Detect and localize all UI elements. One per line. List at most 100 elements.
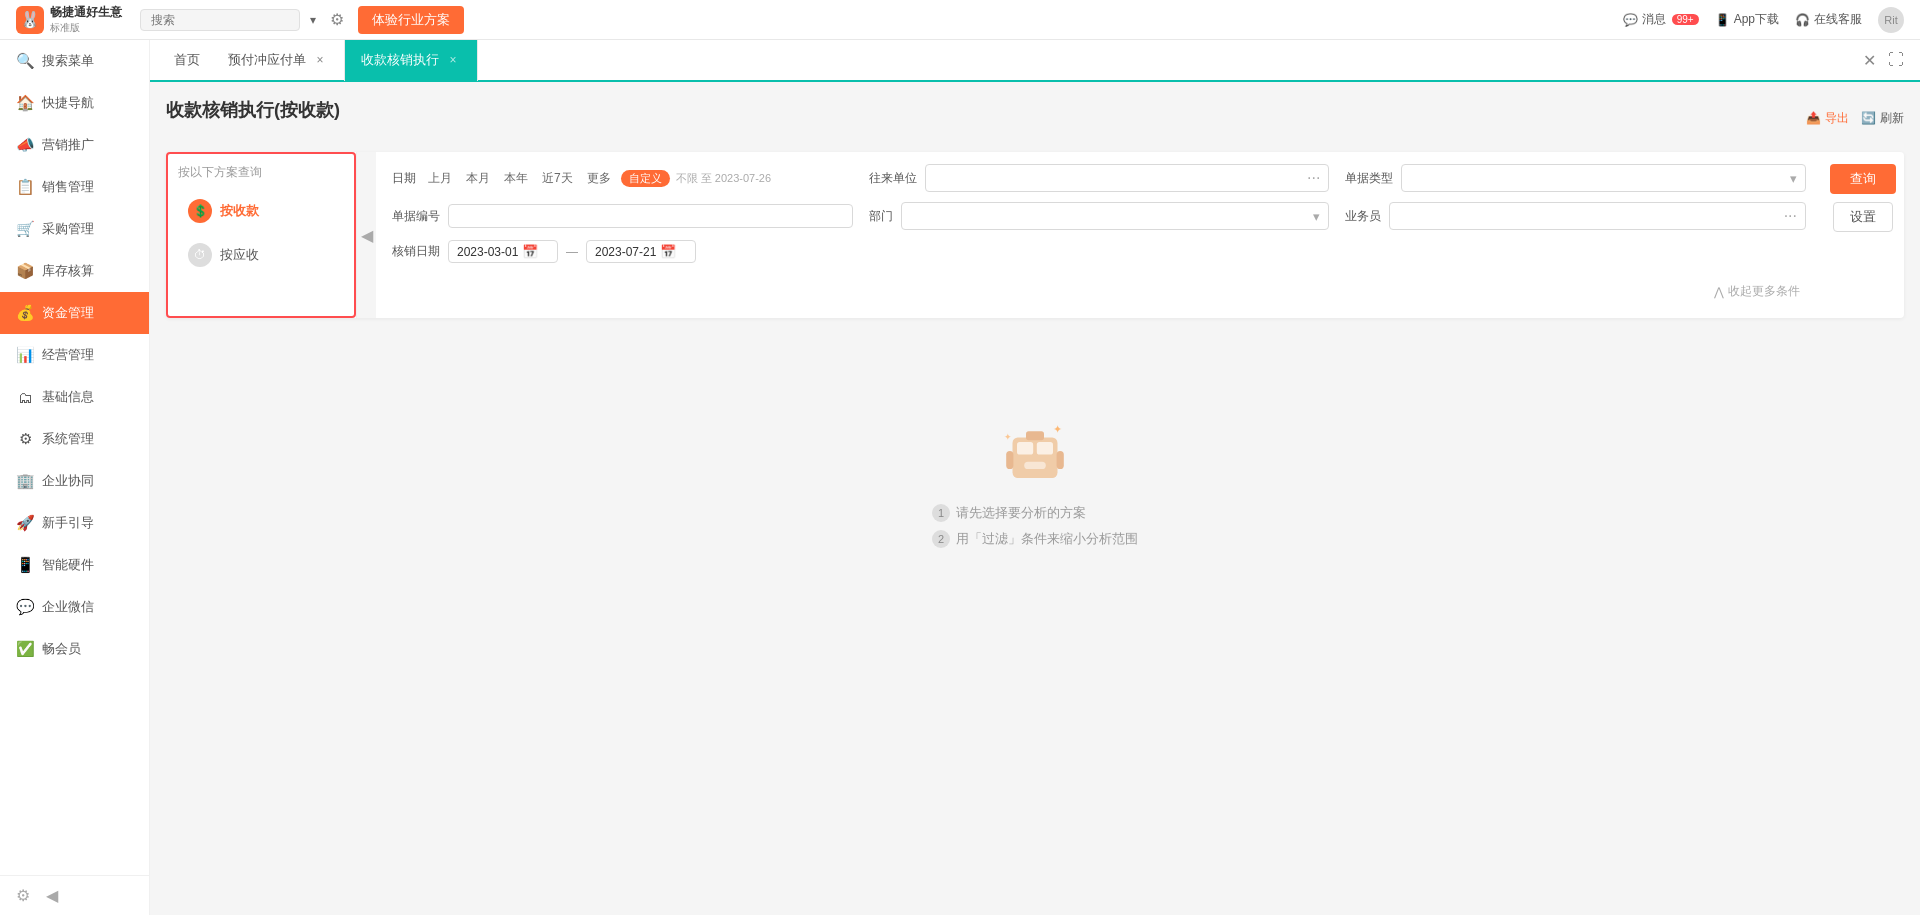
page-area: 收款核销执行(按收款) 📤 导出 🔄 刷新 (166, 98, 1904, 628)
enterprise-icon: 🏢 (16, 472, 34, 490)
svg-text:✦: ✦ (1053, 423, 1062, 435)
tab-receive[interactable]: 收款核销执行 × (345, 40, 478, 81)
date-tab-7days[interactable]: 近7天 (538, 168, 577, 189)
date-custom-tag[interactable]: 自定义 (621, 170, 670, 187)
date-tab-this-year[interactable]: 本年 (500, 168, 532, 189)
sidebar-label-sales: 销售管理 (42, 178, 94, 196)
setting-button[interactable]: 设置 (1833, 202, 1893, 232)
service-item[interactable]: 🎧 在线客服 (1795, 11, 1862, 28)
solution-button[interactable]: 体验行业方案 (358, 6, 464, 34)
sidebar-item-hardware[interactable]: 📱 智能硬件 (0, 544, 149, 586)
sidebar-item-marketing[interactable]: 📣 营销推广 (0, 124, 149, 166)
search-menu-icon: 🔍 (16, 52, 34, 70)
calendar-end-icon[interactable]: 📅 (660, 244, 676, 259)
messages-item[interactable]: 💬 消息 99+ (1623, 11, 1699, 28)
staff-label: 业务员 (1345, 208, 1381, 225)
collapse-more-button[interactable]: ⋀ 收起更多条件 (1708, 277, 1806, 306)
tabbar-actions: ✕ ⛶ (1859, 47, 1908, 74)
sidebar-item-enterprise[interactable]: 🏢 企业协同 (0, 460, 149, 502)
sidebar-label-search-menu: 搜索菜单 (42, 52, 94, 70)
date-tab-last-month[interactable]: 上月 (424, 168, 456, 189)
system-icon: ⚙ (16, 430, 34, 448)
empty-hints: 1 请先选择要分析的方案 2 用「过滤」条件来缩小分析范围 (932, 504, 1138, 548)
filter-form: 日期 上月 本月 本年 近7天 更多 自定义 不限 至 2023-07-26 (376, 152, 1822, 318)
sidebar-item-quick-nav[interactable]: 🏠 快捷导航 (0, 82, 149, 124)
date-tab-this-month[interactable]: 本月 (462, 168, 494, 189)
search-input[interactable] (140, 9, 300, 31)
export-button[interactable]: 📤 导出 (1806, 110, 1849, 127)
sidebar-item-wechat[interactable]: 💬 企业微信 (0, 586, 149, 628)
tab-prepay[interactable]: 预付冲应付单 × (212, 40, 345, 81)
dept-label: 部门 (869, 208, 893, 225)
marketing-icon: 📣 (16, 136, 34, 154)
sidebar-label-system: 系统管理 (42, 430, 94, 448)
sidebar-label-basic: 基础信息 (42, 388, 94, 406)
sidebar-item-system[interactable]: ⚙ 系统管理 (0, 418, 149, 460)
date-hint: 不限 至 2023-07-26 (676, 171, 771, 186)
staff-input[interactable]: ··· (1389, 202, 1806, 230)
user-avatar[interactable]: Rit (1878, 7, 1904, 33)
sidebar-item-guide[interactable]: 🚀 新手引导 (0, 502, 149, 544)
purchase-icon: 🛒 (16, 220, 34, 238)
sidebar-item-purchase[interactable]: 🛒 采购管理 (0, 208, 149, 250)
counterpart-label: 往来单位 (869, 170, 917, 187)
expand-icon[interactable]: ⛶ (1884, 47, 1908, 73)
sidebar-item-inventory[interactable]: 📦 库存核算 (0, 250, 149, 292)
layout: 🔍 搜索菜单 🏠 快捷导航 📣 营销推广 📋 销售管理 🛒 采购管理 📦 库存核… (0, 40, 1920, 915)
tab-home[interactable]: 首页 (162, 40, 212, 81)
service-icon: 🎧 (1795, 13, 1810, 27)
sidebar-item-member[interactable]: ✅ 畅会员 (0, 628, 149, 670)
doc-type-label: 单据类型 (1345, 170, 1393, 187)
doc-type-chevron-icon: ▾ (1790, 171, 1797, 186)
sidebar-item-operations[interactable]: 📊 经营管理 (0, 334, 149, 376)
sidebar-item-sales[interactable]: 📋 销售管理 (0, 166, 149, 208)
hardware-icon: 📱 (16, 556, 34, 574)
gear-icon[interactable]: ⚙ (330, 10, 344, 29)
counterpart-dots-icon: ··· (1307, 169, 1320, 187)
tab-prepay-close[interactable]: × (312, 52, 328, 68)
close-tab-icon[interactable]: ✕ (1859, 47, 1880, 74)
verif-date-start-input[interactable]: 2023-03-01 📅 (448, 240, 558, 263)
topbar: 🐰 畅捷通好生意 标准版 ▾ ⚙ 体验行业方案 💬 消息 99+ 📱 App下载… (0, 0, 1920, 40)
verif-date-start-value: 2023-03-01 (457, 245, 518, 259)
verif-date-field: 核销日期 2023-03-01 📅 — 2023-07-21 (392, 240, 1806, 263)
settings-icon[interactable]: ⚙ (16, 886, 30, 905)
date-tab-more[interactable]: 更多 (583, 168, 615, 189)
messages-badge: 99+ (1672, 14, 1699, 25)
empty-hint-2: 2 用「过滤」条件来缩小分析范围 (932, 530, 1138, 548)
dropdown-btn[interactable]: ▾ (310, 13, 316, 27)
staff-field: 业务员 ··· (1345, 202, 1806, 230)
doc-type-select[interactable]: ▾ (1401, 164, 1806, 192)
collapse-sidebar-icon[interactable]: ◀ (46, 886, 58, 905)
verif-date-end-input[interactable]: 2023-07-21 📅 (586, 240, 696, 263)
filter-side-title: 按以下方案查询 (178, 164, 344, 181)
filter-by-receipt[interactable]: 💲 按收款 (178, 191, 344, 231)
sidebar-label-quick-nav: 快捷导航 (42, 94, 94, 112)
export-icon: 📤 (1806, 111, 1821, 125)
robot-illustration: ✦ ✦ (990, 406, 1080, 496)
calendar-start-icon[interactable]: 📅 (522, 244, 538, 259)
doc-no-input[interactable] (448, 204, 853, 228)
sidebar-item-search-menu[interactable]: 🔍 搜索菜单 (0, 40, 149, 82)
verif-date-label: 核销日期 (392, 243, 440, 260)
counterpart-input[interactable]: ··· (925, 164, 1330, 192)
empty-hint-1: 1 请先选择要分析的方案 (932, 504, 1086, 522)
sidebar: 🔍 搜索菜单 🏠 快捷导航 📣 营销推广 📋 销售管理 🛒 采购管理 📦 库存核… (0, 40, 150, 915)
sidebar-label-inventory: 库存核算 (42, 262, 94, 280)
basic-icon: 🗂 (16, 389, 34, 406)
dept-select[interactable]: ▾ (901, 202, 1330, 230)
refresh-button[interactable]: 🔄 刷新 (1861, 110, 1904, 127)
robot-svg: ✦ ✦ (990, 401, 1080, 501)
tabbar: 首页 预付冲应付单 × 收款核销执行 × ✕ ⛶ (150, 40, 1920, 82)
filter-by-receivable[interactable]: ⏱ 按应收 (178, 235, 344, 275)
tab-receive-close[interactable]: × (445, 52, 461, 68)
query-button[interactable]: 查询 (1830, 164, 1896, 194)
filter-grid: 日期 上月 本月 本年 近7天 更多 自定义 不限 至 2023-07-26 (392, 164, 1806, 263)
filter-collapse-btn[interactable]: ◀ (356, 152, 376, 318)
sidebar-item-basic[interactable]: 🗂 基础信息 (0, 376, 149, 418)
filter-main-row: 按以下方案查询 💲 按收款 ⏱ 按应收 ◀ (166, 152, 1904, 318)
sidebar-item-finance[interactable]: 💰 资金管理 (0, 292, 149, 334)
refresh-icon: 🔄 (1861, 111, 1876, 125)
sidebar-label-hardware: 智能硬件 (42, 556, 94, 574)
app-download-item[interactable]: 📱 App下载 (1715, 11, 1779, 28)
